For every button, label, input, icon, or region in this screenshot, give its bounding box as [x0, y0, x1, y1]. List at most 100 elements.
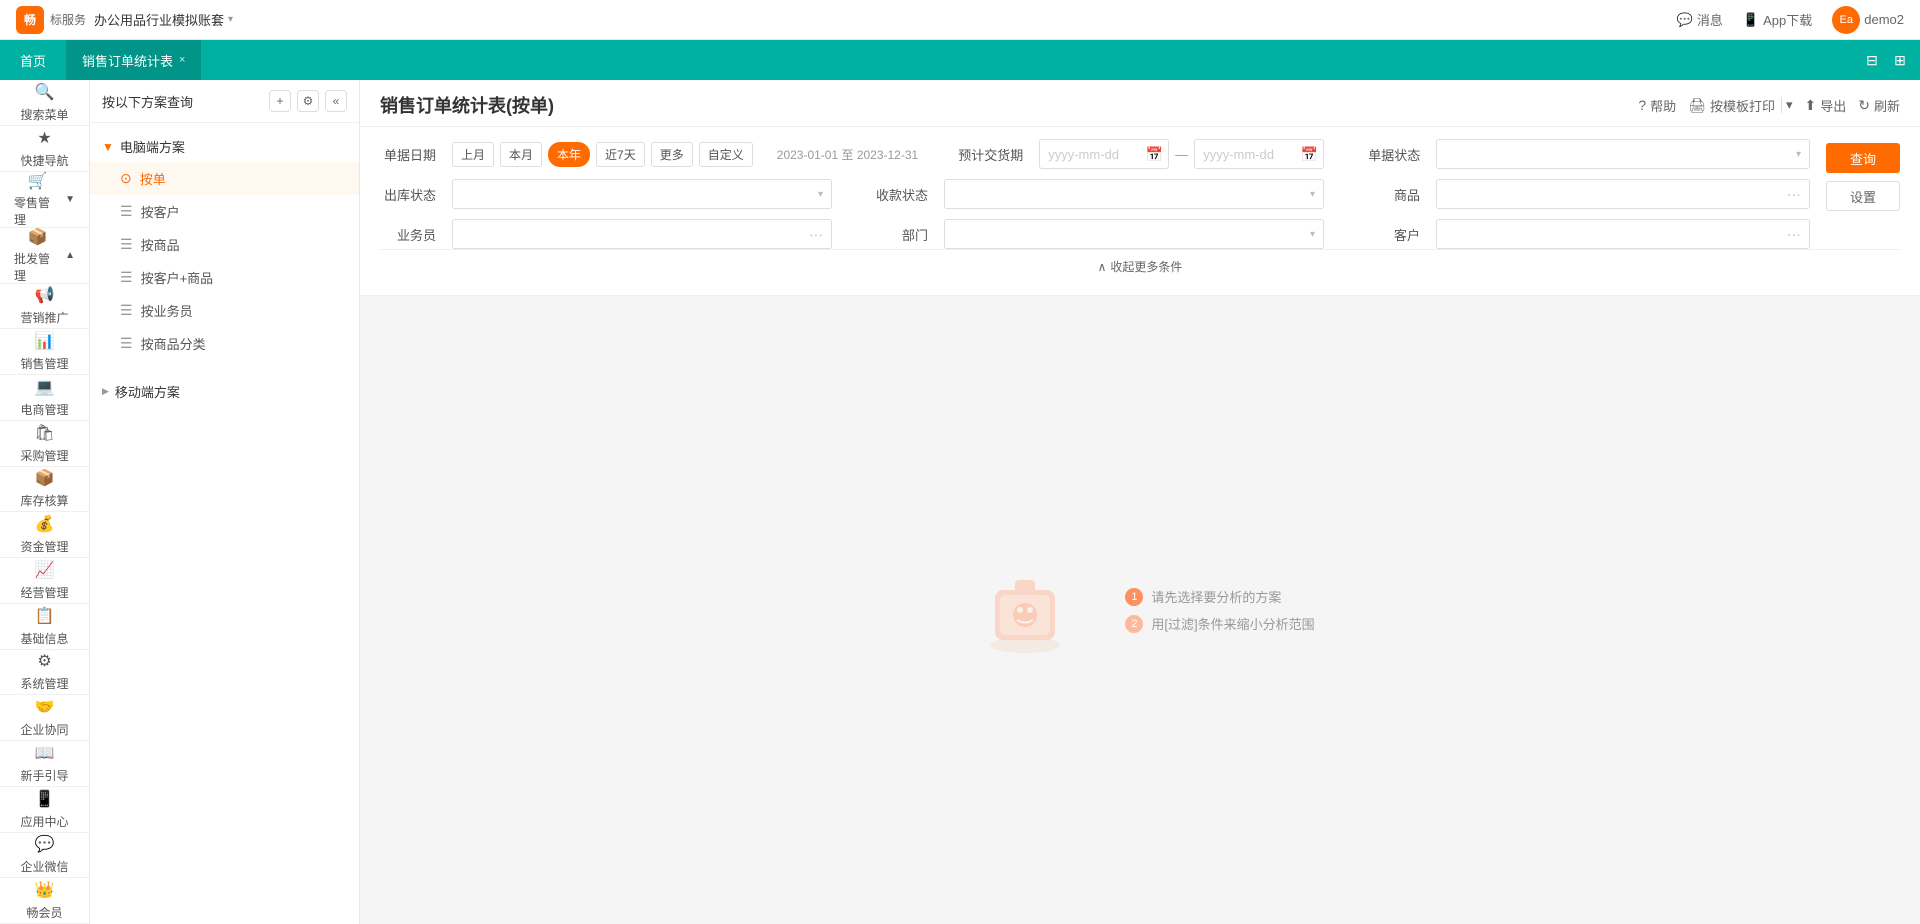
- tab-maximize-button[interactable]: ⊞: [1888, 48, 1912, 72]
- sidebar-item-inventory[interactable]: 📦 库存核算: [0, 467, 89, 513]
- sidebar-item-enterprise[interactable]: 🤝 企业协同: [0, 695, 89, 741]
- customer-select[interactable]: ···: [1436, 219, 1810, 249]
- collapse-panel-button[interactable]: «: [325, 90, 347, 112]
- by-order-icon: ⊙: [120, 170, 132, 187]
- filter-row-3: 业务员 ··· 部门 ▾ 客户: [380, 219, 1810, 249]
- by-customer-goods-icon: ☰: [120, 269, 133, 286]
- scheme-item-by-customer-goods[interactable]: ☰ 按客户+商品: [90, 261, 359, 294]
- sidebar-item-guide[interactable]: 📖 新手引导: [0, 741, 89, 787]
- sidebar-item-purchase[interactable]: 🛍 采购管理: [0, 421, 89, 467]
- enterprise-icon: 🤝: [35, 697, 55, 717]
- expected-date-start-calendar-icon[interactable]: 📅: [1146, 146, 1163, 163]
- sidebar-item-retail[interactable]: 🛒 零售管理 ▼: [0, 172, 89, 228]
- tab-bar-actions: ⊟ ⊞: [1860, 48, 1920, 72]
- tab-home[interactable]: 首页: [0, 40, 66, 80]
- user-menu[interactable]: Ea demo2: [1832, 6, 1904, 34]
- collapse-label: 收起更多条件: [1110, 258, 1182, 275]
- expected-date-end-calendar-icon[interactable]: 📅: [1301, 146, 1318, 163]
- print-dropdown-icon[interactable]: ▾: [1781, 97, 1793, 113]
- sidebar-item-finance[interactable]: 💰 资金管理: [0, 512, 89, 558]
- department-label: 部门: [872, 225, 928, 244]
- collapse-button[interactable]: ∧ 收起更多条件: [1098, 258, 1183, 275]
- retail-icon: 🛒: [28, 171, 48, 191]
- add-scheme-button[interactable]: +: [269, 90, 291, 112]
- empty-state-content: 1 请先选择要分析的方案 2 用[过滤]条件来缩小分析范围: [965, 550, 1314, 670]
- goods-more-icon[interactable]: ···: [1787, 186, 1801, 202]
- scheme-section-pc-header[interactable]: ▼ 电脑端方案: [90, 131, 359, 162]
- sidebar-operation-label: 经营管理: [20, 584, 68, 601]
- sidebar-item-wholesale[interactable]: 📦 批发管理 ▲: [0, 228, 89, 284]
- payment-status-label: 收款状态: [872, 185, 928, 204]
- app-title[interactable]: 办公用品行业模拟账套 ▾: [94, 10, 233, 29]
- shortcut-last-month[interactable]: 上月: [452, 142, 494, 167]
- pc-expand-icon: ▼: [102, 140, 114, 154]
- refresh-button[interactable]: ↻ 刷新: [1858, 96, 1900, 115]
- delivery-status-arrow-icon: ▾: [818, 189, 823, 200]
- export-icon: ⬆: [1805, 97, 1817, 114]
- message-button[interactable]: 💬 消息: [1677, 10, 1723, 29]
- sidebar-item-ecommerce[interactable]: 💻 电商管理: [0, 375, 89, 421]
- sidebar-member-label: 畅会员: [26, 904, 62, 921]
- sidebar-item-wechat[interactable]: 💬 企业微信: [0, 833, 89, 879]
- shortcut-custom[interactable]: 自定义: [699, 142, 753, 167]
- goods-select[interactable]: ···: [1436, 179, 1810, 209]
- refresh-icon: ↻: [1858, 97, 1870, 114]
- shortcut-more[interactable]: 更多: [651, 142, 693, 167]
- tab-close-icon[interactable]: ×: [179, 54, 185, 66]
- expected-date-label: 预计交货期: [958, 145, 1023, 164]
- customer-label: 客户: [1364, 225, 1420, 244]
- print-button[interactable]: 🖨 按模板打印 ▾: [1688, 96, 1792, 115]
- help-button[interactable]: ? 帮助: [1638, 96, 1676, 115]
- purchase-icon: 🛍: [34, 423, 54, 443]
- payment-status-select[interactable]: ▾: [944, 179, 1324, 209]
- app-title-dropdown-icon[interactable]: ▾: [228, 14, 233, 25]
- sidebar-item-sales[interactable]: 📊 销售管理: [0, 329, 89, 375]
- department-select[interactable]: ▾: [944, 219, 1324, 249]
- sidebar-enterprise-label: 企业协同: [20, 721, 68, 738]
- inventory-icon: 📦: [35, 468, 55, 488]
- scheme-item-by-customer[interactable]: ☰ 按客户: [90, 195, 359, 228]
- sidebar-marketing-label: 营销推广: [20, 309, 68, 326]
- sidebar-appstore-label: 应用中心: [20, 813, 68, 830]
- scheme-section-mobile-header[interactable]: ▶ 移动端方案: [90, 376, 359, 407]
- sidebar-item-system[interactable]: ⚙ 系统管理: [0, 650, 89, 696]
- shortcut-this-month[interactable]: 本月: [500, 142, 542, 167]
- settings-scheme-button[interactable]: ⚙: [297, 90, 319, 112]
- sidebar-item-basic[interactable]: 📋 基础信息: [0, 604, 89, 650]
- sidebar-item-marketing[interactable]: 📢 营销推广: [0, 284, 89, 330]
- scheme-item-by-salesperson[interactable]: ☰ 按业务员: [90, 294, 359, 327]
- sidebar-item-shortcuts[interactable]: ★ 快捷导航: [0, 126, 89, 172]
- tab-minimize-button[interactable]: ⊟: [1860, 48, 1884, 72]
- sidebar-item-operation[interactable]: 📈 经营管理: [0, 558, 89, 604]
- empty-illustration: [965, 550, 1085, 670]
- app-download-label: App下载: [1763, 10, 1812, 29]
- by-salesperson-icon: ☰: [120, 302, 133, 319]
- shortcut-last-7days[interactable]: 近7天: [596, 142, 645, 167]
- scheme-section-mobile-label: 移动端方案: [115, 382, 180, 401]
- export-button[interactable]: ⬆ 导出: [1805, 96, 1847, 115]
- customer-more-icon[interactable]: ···: [1787, 226, 1801, 242]
- sidebar-item-search[interactable]: 🔍 搜索菜单: [0, 80, 89, 126]
- date-range-text: 2023-01-01 至 2023-12-31: [777, 146, 918, 163]
- scheme-item-by-order[interactable]: ⊙ 按单: [90, 162, 359, 195]
- delivery-status-select[interactable]: ▾: [452, 179, 832, 209]
- query-button[interactable]: 查询: [1826, 143, 1900, 173]
- print-label: 按模板打印: [1710, 96, 1775, 115]
- sidebar-item-appstore[interactable]: 📱 应用中心: [0, 787, 89, 833]
- sidebar-item-member[interactable]: 👑 畅会员: [0, 878, 89, 924]
- empty-tip-1: 1 请先选择要分析的方案: [1125, 587, 1314, 606]
- reset-button[interactable]: 设置: [1826, 181, 1900, 211]
- tab-sales-statistics[interactable]: 销售订单统计表 ×: [66, 40, 201, 80]
- sidebar-purchase-label: 采购管理: [20, 447, 68, 464]
- scheme-item-by-category[interactable]: ☰ 按商品分类: [90, 327, 359, 360]
- salesperson-select[interactable]: ···: [452, 219, 832, 249]
- date-shortcuts: 上月 本月 本年 近7天 更多 自定义: [452, 142, 753, 167]
- status-select[interactable]: ▾: [1436, 139, 1810, 169]
- scheme-item-by-goods[interactable]: ☰ 按商品: [90, 228, 359, 261]
- help-icon: ?: [1638, 97, 1646, 113]
- app-download-button[interactable]: 📱 App下载: [1743, 10, 1812, 29]
- salesperson-more-icon[interactable]: ···: [809, 226, 823, 242]
- shortcut-this-year[interactable]: 本年: [548, 142, 590, 167]
- sidebar-guide-label: 新手引导: [20, 767, 68, 784]
- star-icon: ★: [37, 128, 51, 148]
